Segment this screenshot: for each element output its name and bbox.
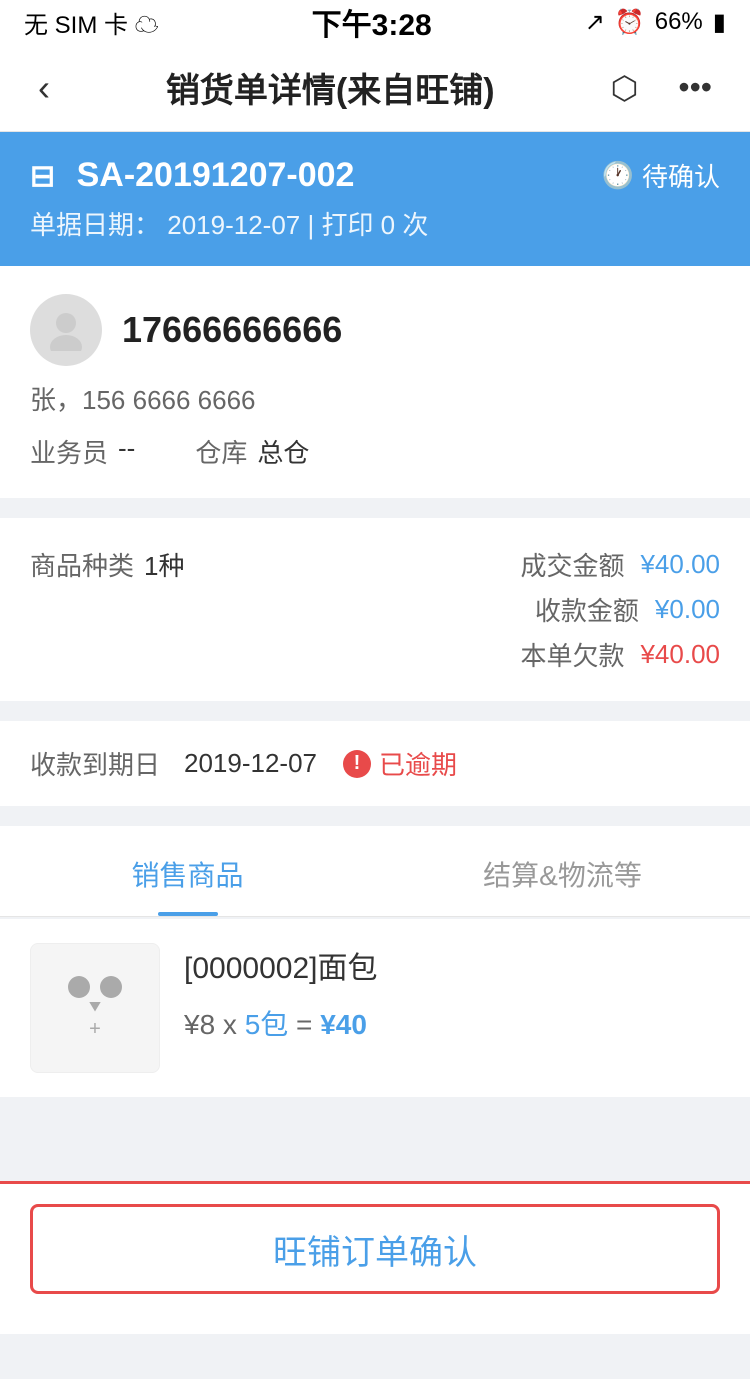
- product-info: [0000002]面包 ¥8 x 5包 = ¥40: [184, 943, 720, 1043]
- overdue-text: 已逾期: [379, 745, 457, 782]
- product-section: + [0000002]面包 ¥8 x 5包 = ¥40: [0, 919, 750, 1097]
- person-icon: [45, 309, 87, 351]
- alarm-icon: ⏰: [615, 8, 645, 37]
- order-info-section: 商品种类 1种 成交金额 ¥40.00 收款金额 ¥0.00 本单欠款 ¥40.…: [0, 518, 750, 701]
- battery-label: 66%: [655, 8, 703, 36]
- share-button[interactable]: ⬡: [600, 59, 648, 117]
- confirm-button[interactable]: 旺铺订单确认: [30, 1204, 720, 1294]
- nav-actions: ⬡ •••: [600, 59, 722, 117]
- due-date-section: 收款到期日 2019-12-07 ! 已逾期: [0, 721, 750, 806]
- owl-eyes: [68, 976, 122, 998]
- product-qty: 5包: [245, 1009, 289, 1040]
- more-button[interactable]: •••: [668, 59, 722, 116]
- product-price: ¥8 x 5包 = ¥40: [184, 1003, 720, 1043]
- sim-label: 无 SIM 卡 ☁: [24, 5, 159, 40]
- tabs-bar: 销售商品 结算&物流等: [0, 826, 750, 917]
- owl-beak: [89, 1002, 101, 1012]
- due-label: 收款到期日: [30, 745, 160, 782]
- tab-products[interactable]: 销售商品: [0, 826, 375, 916]
- nav-bar: ‹ 销货单详情(来自旺铺) ⬡ •••: [0, 44, 750, 132]
- sales-value: --: [118, 433, 135, 470]
- price-text: ¥8 x: [184, 1009, 245, 1040]
- overdue-icon: !: [343, 750, 371, 778]
- owl-plus: +: [89, 1018, 101, 1041]
- order-status: 🕐 待确认: [602, 157, 720, 194]
- amounts: 成交金额 ¥40.00 收款金额 ¥0.00 本单欠款 ¥40.00: [520, 546, 720, 673]
- owl-eye-left: [68, 976, 90, 998]
- amount-label: 成交金额: [520, 546, 624, 583]
- amount-value: ¥40.00: [640, 549, 720, 580]
- clock-icon: 🕐: [602, 160, 634, 191]
- page-title: 销货单详情(来自旺铺): [166, 63, 495, 112]
- status-left: 无 SIM 卡 ☁: [24, 5, 159, 40]
- owl-eye-right: [100, 976, 122, 998]
- customer-name: 张，156 6666 6666: [30, 380, 720, 417]
- bottom-bar: 旺铺订单确认: [0, 1181, 750, 1334]
- product-type: 商品种类 1种: [30, 546, 184, 583]
- location-icon: ↗: [585, 8, 605, 37]
- equals-sign: =: [288, 1009, 320, 1040]
- status-right: ↗ ⏰ 66% ▮: [585, 8, 726, 37]
- tabs-section: 销售商品 结算&物流等: [0, 826, 750, 917]
- warehouse-value: 总仓: [257, 433, 309, 470]
- warehouse-label: 仓库: [195, 433, 247, 470]
- tab-settlement[interactable]: 结算&物流等: [375, 826, 750, 916]
- owed-label: 本单欠款: [520, 636, 624, 673]
- product-name: [0000002]面包: [184, 943, 720, 987]
- order-date: 单据日期： 2019-12-07 | 打印 0 次: [30, 205, 720, 242]
- due-date: 2019-12-07: [184, 748, 317, 779]
- product-image: +: [30, 943, 160, 1073]
- owed-value: ¥40.00: [640, 639, 720, 670]
- status-bar: 无 SIM 卡 ☁ 下午3:28 ↗ ⏰ 66% ▮: [0, 0, 750, 44]
- customer-avatar: [30, 294, 102, 366]
- sales-label: 业务员: [30, 433, 108, 470]
- received-value: ¥0.00: [655, 594, 720, 625]
- product-total: ¥40: [320, 1009, 367, 1040]
- overdue-badge: ! 已逾期: [343, 745, 457, 782]
- status-time: 下午3:28: [312, 0, 432, 44]
- customer-meta: 业务员 -- 仓库 总仓: [30, 433, 720, 470]
- customer-section: 17666666666 张，156 6666 6666 业务员 -- 仓库 总仓: [0, 266, 750, 498]
- battery-icon: ▮: [713, 8, 726, 37]
- received-label: 收款金额: [535, 591, 639, 628]
- order-icon: ⊟: [30, 160, 55, 193]
- owl-logo: +: [68, 976, 122, 1041]
- back-button[interactable]: ‹: [28, 57, 60, 119]
- customer-phone: 17666666666: [122, 309, 342, 351]
- order-id: ⊟ SA-20191207-002: [30, 156, 354, 195]
- order-header: ⊟ SA-20191207-002 🕐 待确认 单据日期： 2019-12-07…: [0, 132, 750, 266]
